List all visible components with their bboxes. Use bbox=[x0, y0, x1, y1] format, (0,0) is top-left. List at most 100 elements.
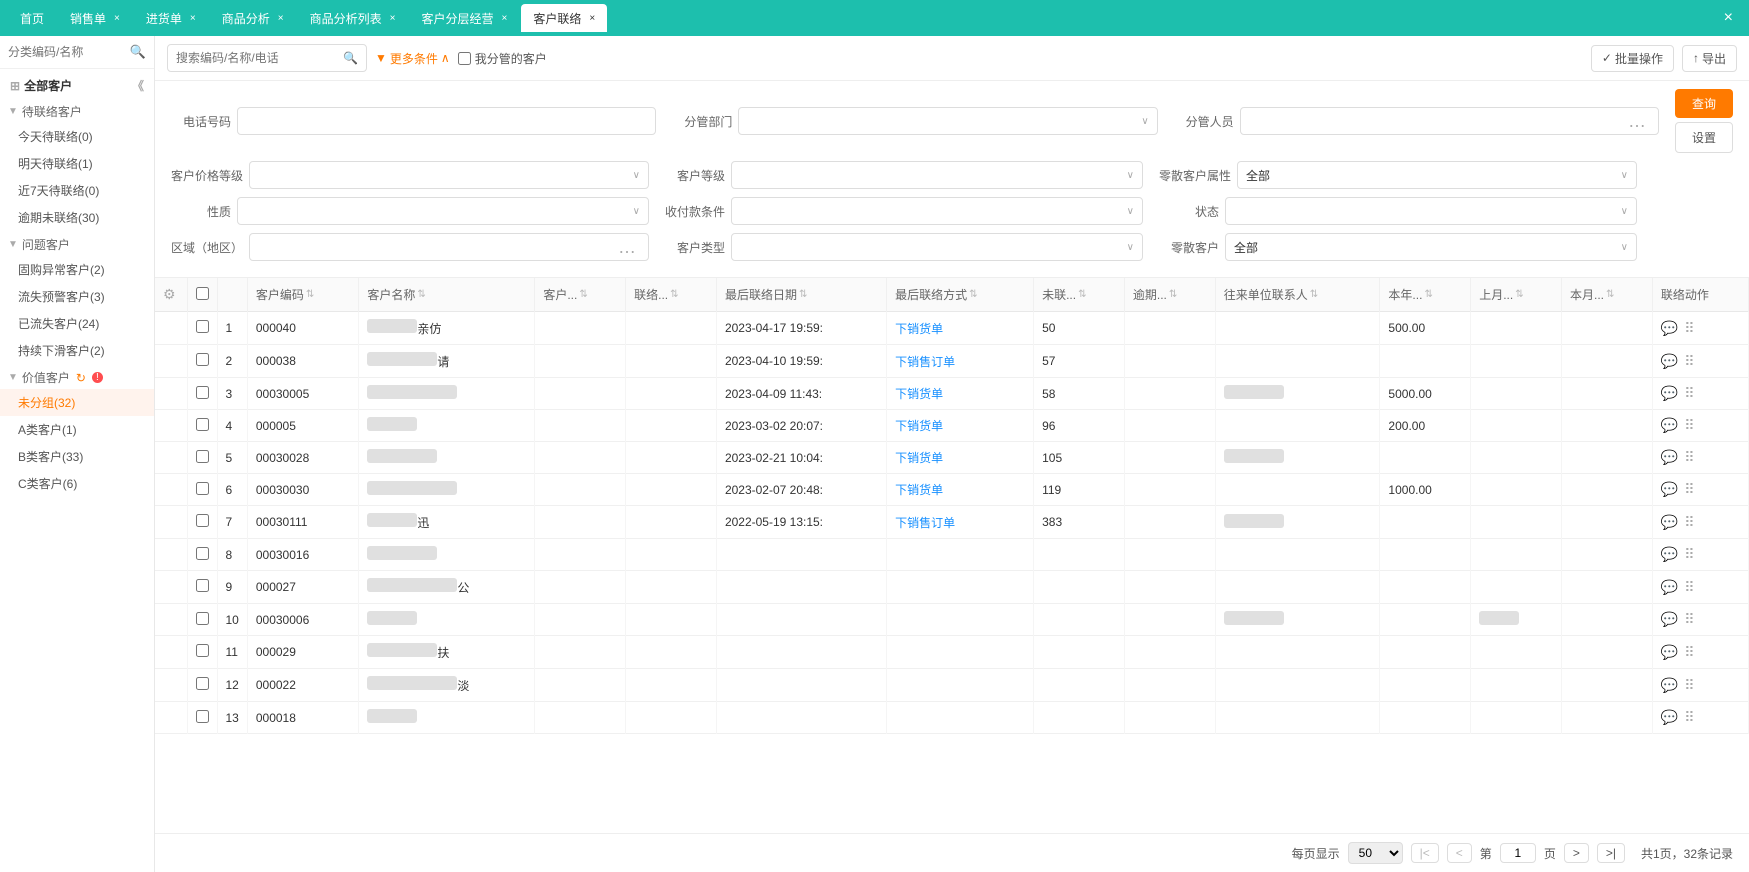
dept-select[interactable]: ∨ bbox=[738, 107, 1157, 135]
sidebar-item-tomorrow[interactable]: 明天待联络(1) bbox=[0, 150, 154, 177]
row-checkbox[interactable] bbox=[187, 539, 217, 571]
more-action-icon-4[interactable]: ⠿ bbox=[1684, 449, 1694, 466]
manager-more-icon[interactable]: … bbox=[1624, 111, 1650, 132]
more-action-icon-9[interactable]: ⠿ bbox=[1684, 611, 1694, 628]
name-sort-icon[interactable]: ⇅ bbox=[417, 289, 425, 300]
problem-group[interactable]: ▼ 问题客户 bbox=[0, 231, 154, 256]
contact-icon-11[interactable]: 💬 bbox=[1661, 677, 1678, 694]
sidebar-item-declining[interactable]: 持续下滑客户(2) bbox=[0, 337, 154, 364]
row-checkbox[interactable] bbox=[187, 571, 217, 604]
row-check-1[interactable] bbox=[196, 353, 209, 366]
row-checkbox[interactable] bbox=[187, 669, 217, 702]
row-checkbox[interactable] bbox=[187, 702, 217, 734]
tab-customer-contact[interactable]: 客户联络 × bbox=[521, 4, 607, 32]
contact-icon-3[interactable]: 💬 bbox=[1661, 417, 1678, 434]
tab-home[interactable]: 首页 bbox=[8, 4, 56, 32]
sidebar-item-unclassified[interactable]: 未分组(32) bbox=[0, 389, 154, 416]
row-checkbox[interactable] bbox=[187, 506, 217, 539]
unit-sort-icon[interactable]: ⇅ bbox=[1310, 289, 1318, 300]
row-checkbox[interactable] bbox=[187, 378, 217, 410]
contact-icon-9[interactable]: 💬 bbox=[1661, 611, 1678, 628]
more-action-icon-2[interactable]: ⠿ bbox=[1684, 385, 1694, 402]
region-select[interactable]: … bbox=[249, 233, 649, 261]
price-grade-select[interactable]: ∨ bbox=[249, 161, 649, 189]
year-sort-icon[interactable]: ⇅ bbox=[1424, 289, 1432, 300]
sidebar-item-abnormal[interactable]: 固购异常客户(2) bbox=[0, 256, 154, 283]
row-checkbox[interactable] bbox=[187, 410, 217, 442]
more-conditions-button[interactable]: ▼ 更多条件 ∧ bbox=[375, 50, 450, 67]
row-check-4[interactable] bbox=[196, 450, 209, 463]
last-page-button[interactable]: >| bbox=[1597, 843, 1625, 863]
tab-analysis[interactable]: 商品分析 × bbox=[210, 4, 296, 32]
row-checkbox[interactable] bbox=[187, 442, 217, 474]
contact-sort-icon[interactable]: ⇅ bbox=[670, 289, 678, 300]
contact-icon-1[interactable]: 💬 bbox=[1661, 353, 1678, 370]
retail-customer-select[interactable]: 全部∨ bbox=[1225, 233, 1637, 261]
sidebar-collapse-icon[interactable]: 《 bbox=[132, 77, 144, 94]
search-input[interactable] bbox=[176, 51, 339, 65]
page-input[interactable] bbox=[1500, 843, 1536, 863]
tab-sales-close[interactable]: × bbox=[114, 13, 120, 24]
more-action-icon-5[interactable]: ⠿ bbox=[1684, 481, 1694, 498]
query-button[interactable]: 查询 bbox=[1675, 89, 1733, 118]
date-sort-icon[interactable]: ⇅ bbox=[799, 289, 807, 300]
more-action-icon-0[interactable]: ⠿ bbox=[1684, 320, 1694, 337]
prev-page-button[interactable]: < bbox=[1447, 843, 1472, 863]
customer-type-select[interactable]: ∨ bbox=[731, 233, 1143, 261]
contact-method-link[interactable]: 下销货单 bbox=[895, 483, 943, 497]
contact-method-link[interactable]: 下销售订单 bbox=[895, 516, 955, 530]
row-check-9[interactable] bbox=[196, 612, 209, 625]
row-check-12[interactable] bbox=[196, 710, 209, 723]
batch-operations-button[interactable]: ✓ 批量操作 bbox=[1591, 45, 1674, 72]
settings-icon[interactable]: ⚙ bbox=[163, 286, 176, 302]
phone-input[interactable] bbox=[237, 107, 656, 135]
sidebar-item-groupB[interactable]: B类客户(33) bbox=[0, 443, 154, 470]
tab-purchase[interactable]: 进货单 × bbox=[134, 4, 208, 32]
row-checkbox[interactable] bbox=[187, 604, 217, 636]
overdue-sort-icon[interactable]: ⇅ bbox=[1169, 289, 1177, 300]
more-action-icon-3[interactable]: ⠿ bbox=[1684, 417, 1694, 434]
sidebar-item-lost[interactable]: 已流失客户(24) bbox=[0, 310, 154, 337]
code-sort-icon[interactable]: ⇅ bbox=[306, 289, 314, 300]
contact-icon-0[interactable]: 💬 bbox=[1661, 320, 1678, 337]
value-group[interactable]: ▼ 价值客户 ↻ ! bbox=[0, 364, 154, 389]
sidebar-item-groupC[interactable]: C类客户(6) bbox=[0, 470, 154, 497]
window-close-button[interactable]: × bbox=[1716, 9, 1741, 27]
more-action-icon-12[interactable]: ⠿ bbox=[1684, 709, 1694, 726]
reset-button[interactable]: 设置 bbox=[1675, 122, 1733, 153]
category-sort-icon[interactable]: ⇅ bbox=[579, 289, 587, 300]
row-check-7[interactable] bbox=[196, 547, 209, 560]
tab-analysis-list[interactable]: 商品分析列表 × bbox=[298, 4, 408, 32]
more-action-icon-7[interactable]: ⠿ bbox=[1684, 546, 1694, 563]
tab-customer-segment[interactable]: 客户分层经营 × bbox=[409, 4, 519, 32]
tab-segment-close[interactable]: × bbox=[501, 13, 507, 24]
more-action-icon-8[interactable]: ⠿ bbox=[1684, 579, 1694, 596]
sidebar-search-input[interactable] bbox=[8, 45, 126, 59]
sidebar-item-churn-risk[interactable]: 流失预警客户(3) bbox=[0, 283, 154, 310]
pending-group[interactable]: ▼ 待联络客户 bbox=[0, 98, 154, 123]
sidebar-item-7days[interactable]: 近7天待联络(0) bbox=[0, 177, 154, 204]
contact-method-link[interactable]: 下销货单 bbox=[895, 451, 943, 465]
customer-grade-select[interactable]: ∨ bbox=[731, 161, 1143, 189]
row-check-0[interactable] bbox=[196, 320, 209, 333]
tab-analysis-list-close[interactable]: × bbox=[390, 13, 396, 24]
row-check-10[interactable] bbox=[196, 644, 209, 657]
more-action-icon-1[interactable]: ⠿ bbox=[1684, 353, 1694, 370]
sidebar-item-overdue[interactable]: 逾期未联络(30) bbox=[0, 204, 154, 231]
refresh-icon[interactable]: ↻ bbox=[76, 371, 86, 385]
contact-method-link[interactable]: 下销货单 bbox=[895, 387, 943, 401]
manager-select[interactable]: … bbox=[1240, 107, 1659, 135]
tab-sales[interactable]: 销售单 × bbox=[58, 4, 132, 32]
tab-analysis-close[interactable]: × bbox=[278, 13, 284, 24]
contact-method-link[interactable]: 下销货单 bbox=[895, 322, 943, 336]
select-all-checkbox[interactable] bbox=[196, 287, 209, 300]
row-checkbox[interactable] bbox=[187, 474, 217, 506]
status-select[interactable]: ∨ bbox=[1225, 197, 1637, 225]
row-check-11[interactable] bbox=[196, 677, 209, 690]
contact-method-link[interactable]: 下销货单 bbox=[895, 419, 943, 433]
my-customers-checkbox[interactable]: 我分管的客户 bbox=[458, 50, 547, 67]
per-page-select[interactable]: 50 100 200 bbox=[1348, 842, 1403, 864]
tab-contact-close[interactable]: × bbox=[589, 13, 595, 24]
more-action-icon-11[interactable]: ⠿ bbox=[1684, 677, 1694, 694]
contact-icon-2[interactable]: 💬 bbox=[1661, 385, 1678, 402]
